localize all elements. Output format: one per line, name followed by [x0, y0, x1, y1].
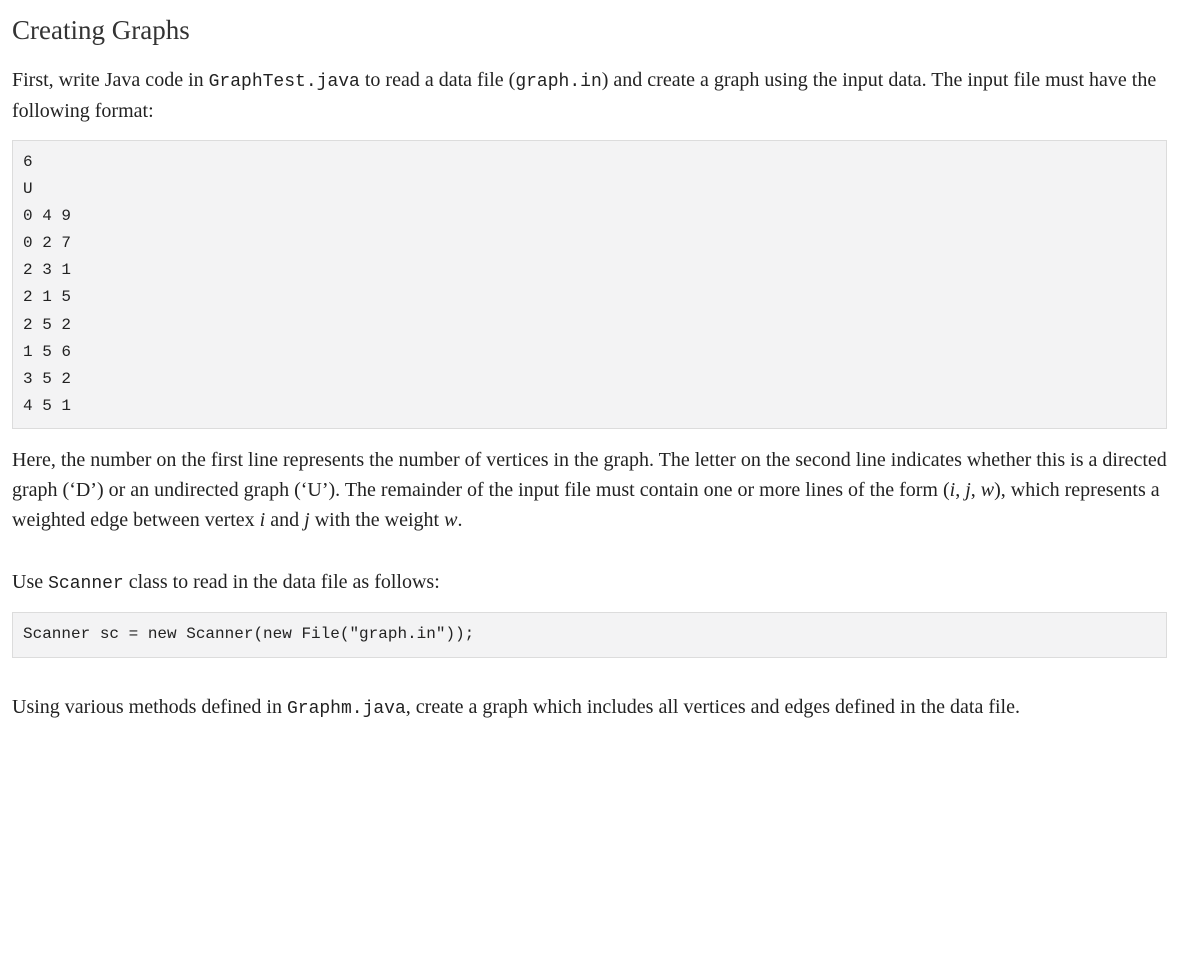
- text: Use: [12, 571, 48, 593]
- variable-w: w: [444, 509, 457, 531]
- graphm-instruction-paragraph: Using various methods defined in Graphm.…: [12, 692, 1167, 723]
- text: ,: [955, 479, 965, 501]
- scanner-instruction-paragraph: Use Scanner class to read in the data fi…: [12, 567, 1167, 598]
- text: ,: [971, 479, 981, 501]
- text: class to read in the data file as follow…: [124, 571, 440, 593]
- code-filename: GraphTest.java: [209, 72, 360, 92]
- intro-paragraph: First, write Java code in GraphTest.java…: [12, 65, 1167, 126]
- text: with the weight: [310, 509, 444, 531]
- text: and: [265, 509, 304, 531]
- page-title: Creating Graphs: [12, 10, 1167, 51]
- text: , create a graph which includes all vert…: [406, 696, 1020, 718]
- text: .: [457, 509, 462, 531]
- text: First, write Java code in: [12, 69, 209, 91]
- code-filename: Graphm.java: [287, 699, 406, 719]
- scanner-codeblock: Scanner sc = new Scanner(new File("graph…: [12, 612, 1167, 657]
- text: to read a data file (: [360, 69, 515, 91]
- format-explanation-paragraph: Here, the number on the first line repre…: [12, 445, 1167, 535]
- input-file-format-codeblock: 6 U 0 4 9 0 2 7 2 3 1 2 1 5 2 5 2 1 5 6 …: [12, 140, 1167, 430]
- variable-w: w: [981, 479, 994, 501]
- code-filename: graph.in: [515, 72, 601, 92]
- text: Using various methods defined in: [12, 696, 287, 718]
- code-class: Scanner: [48, 574, 124, 594]
